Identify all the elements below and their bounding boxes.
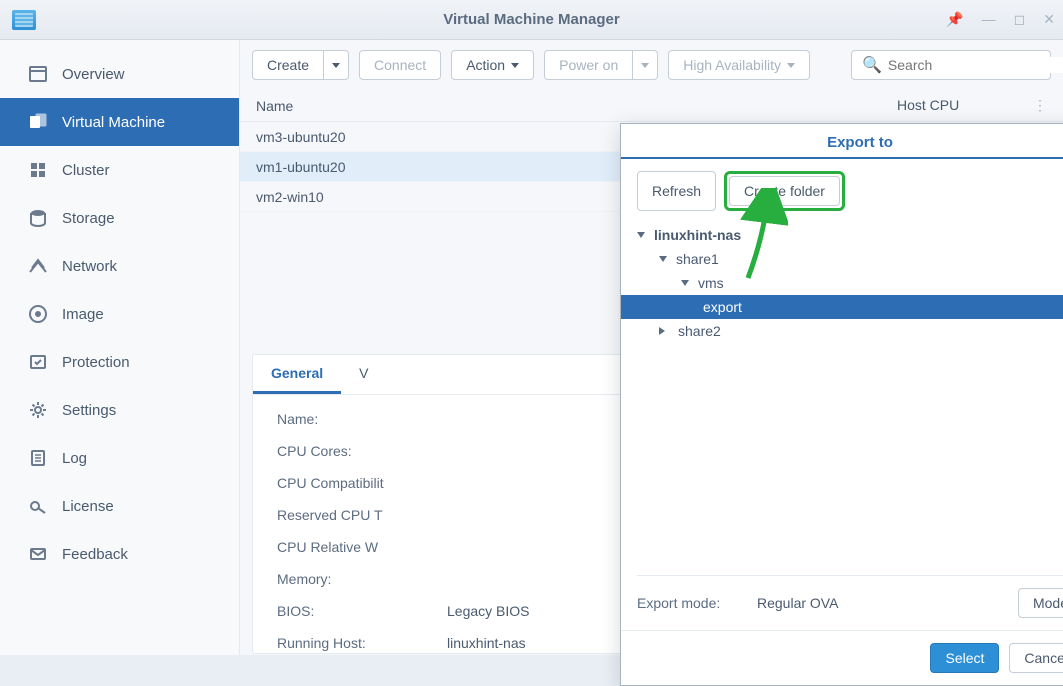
sidebar-item-label: Network xyxy=(62,258,117,275)
settings-icon xyxy=(28,400,48,420)
sidebar-item-label: Feedback xyxy=(62,546,128,563)
cluster-icon xyxy=(28,160,48,180)
prop-rescpu-label: Reserved CPU T xyxy=(277,507,447,523)
sidebar-item-storage[interactable]: Storage xyxy=(0,194,239,242)
network-icon xyxy=(28,256,48,276)
prop-bios-label: BIOS: xyxy=(277,603,447,619)
export-modal: Export to Refresh Create folder linuxhin… xyxy=(620,123,1063,686)
window-title: Virtual Machine Manager xyxy=(443,11,619,28)
sidebar-item-label: Protection xyxy=(62,354,130,371)
close-icon[interactable]: ✕ xyxy=(1043,11,1055,28)
log-icon xyxy=(28,448,48,468)
prop-mem-label: Memory: xyxy=(277,571,447,587)
sidebar-item-label: Overview xyxy=(62,66,125,83)
cancel-button[interactable]: Cancel xyxy=(1009,643,1063,673)
prop-bios-value: Legacy BIOS xyxy=(447,603,530,619)
sidebar: Overview Virtual Machine Cluster Storage… xyxy=(0,40,240,655)
sidebar-item-license[interactable]: License xyxy=(0,482,239,530)
feedback-icon xyxy=(28,544,48,564)
poweron-dropdown[interactable] xyxy=(632,50,658,80)
sidebar-item-protection[interactable]: Protection xyxy=(0,338,239,386)
folder-tree: linuxhint-nas share1 vms export share2 xyxy=(621,219,1063,355)
sidebar-item-feedback[interactable]: Feedback xyxy=(0,530,239,578)
maximize-icon[interactable]: ◻ xyxy=(1014,11,1026,28)
tree-node-vms[interactable]: vms xyxy=(637,271,1063,295)
pin-icon[interactable]: 📌 xyxy=(946,11,963,28)
search-icon: 🔍 xyxy=(862,55,882,75)
search-input[interactable]: 🔍 xyxy=(851,50,1051,80)
license-icon xyxy=(28,496,48,516)
overview-icon xyxy=(28,64,48,84)
prop-host-value: linuxhint-nas xyxy=(447,635,526,651)
prop-host-label: Running Host: xyxy=(277,635,447,651)
modal-title: Export to xyxy=(621,124,1063,159)
tab-general[interactable]: General xyxy=(253,355,341,394)
sidebar-item-label: Log xyxy=(62,450,87,467)
sidebar-item-label: Settings xyxy=(62,402,116,419)
sidebar-item-overview[interactable]: Overview xyxy=(0,50,239,98)
sidebar-item-cluster[interactable]: Cluster xyxy=(0,146,239,194)
prop-compat-label: CPU Compatibilit xyxy=(277,475,447,491)
export-mode-value: Regular OVA xyxy=(757,595,1008,611)
connect-button[interactable]: Connect xyxy=(359,50,441,80)
sidebar-item-log[interactable]: Log xyxy=(0,434,239,482)
ha-button[interactable]: High Availability xyxy=(668,50,810,80)
sidebar-item-virtual-machine[interactable]: Virtual Machine xyxy=(0,98,239,146)
sidebar-item-label: Virtual Machine xyxy=(62,114,165,131)
vm-icon xyxy=(28,112,48,132)
create-dropdown[interactable] xyxy=(323,50,349,80)
app-icon xyxy=(12,10,36,30)
prop-name-label: Name: xyxy=(277,411,447,427)
sidebar-item-label: Storage xyxy=(62,210,115,227)
prop-relwt-label: CPU Relative W xyxy=(277,539,447,555)
tab-next[interactable]: V xyxy=(341,355,386,394)
prop-cores-label: CPU Cores: xyxy=(277,443,447,459)
export-mode-label: Export mode: xyxy=(637,595,747,611)
sidebar-item-label: Cluster xyxy=(62,162,110,179)
tree-node-share1[interactable]: share1 xyxy=(637,247,1063,271)
sidebar-item-label: License xyxy=(62,498,114,515)
protection-icon xyxy=(28,352,48,372)
sidebar-item-settings[interactable]: Settings xyxy=(0,386,239,434)
poweron-button[interactable]: Power on xyxy=(544,50,632,80)
sidebar-item-network[interactable]: Network xyxy=(0,242,239,290)
col-name[interactable]: Name xyxy=(256,98,897,114)
create-folder-button[interactable]: Create folder xyxy=(729,176,840,206)
titlebar: Virtual Machine Manager 📌 — ◻ ✕ xyxy=(0,0,1063,40)
select-button[interactable]: Select xyxy=(930,643,999,673)
create-button[interactable]: Create xyxy=(252,50,323,80)
tree-node-root[interactable]: linuxhint-nas xyxy=(637,223,1063,247)
sidebar-item-image[interactable]: Image xyxy=(0,290,239,338)
tree-node-share2[interactable]: share2 xyxy=(637,319,1063,343)
minimize-icon[interactable]: — xyxy=(982,11,996,28)
refresh-button[interactable]: Refresh xyxy=(637,171,716,211)
tree-node-export[interactable]: export xyxy=(621,295,1063,319)
mode-button[interactable]: Mode xyxy=(1018,588,1063,618)
sidebar-item-label: Image xyxy=(62,306,104,323)
col-host-cpu[interactable]: Host CPU ⋮ xyxy=(897,97,1047,114)
action-button[interactable]: Action xyxy=(451,50,534,80)
image-icon xyxy=(28,304,48,324)
storage-icon xyxy=(28,208,48,228)
